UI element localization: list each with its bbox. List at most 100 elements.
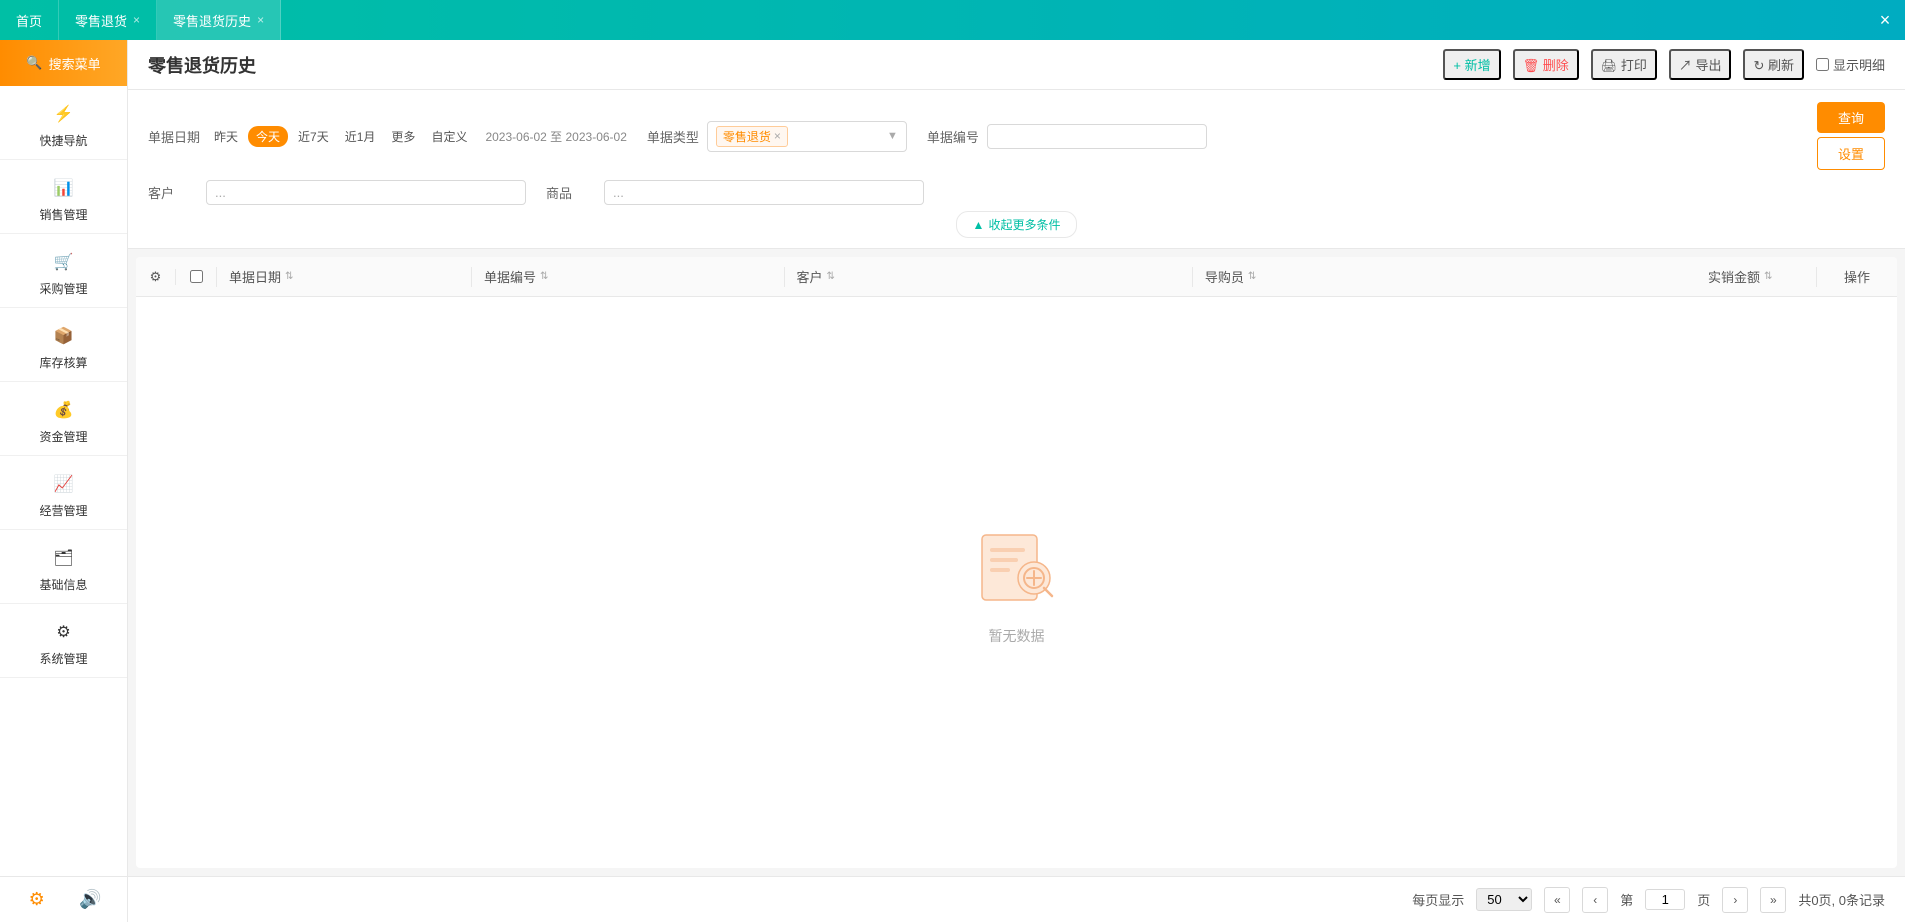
per-page-label: 每页显示 bbox=[1412, 890, 1464, 909]
th-settings[interactable]: ⚙ bbox=[136, 269, 176, 285]
sidebar-item-inventory-label: 库存核算 bbox=[39, 354, 87, 371]
sidebar-search[interactable]: 🔍 搜索菜单 bbox=[0, 40, 127, 86]
show-detail-checkbox-label[interactable]: 显示明细 bbox=[1816, 55, 1885, 74]
sidebar-settings-icon[interactable]: ⚙ bbox=[21, 884, 53, 916]
date-opt-custom[interactable]: 自定义 bbox=[425, 126, 473, 147]
quick-nav-icon: ⚡ bbox=[50, 100, 78, 128]
new-button[interactable]: + 新增 bbox=[1443, 49, 1500, 80]
th-amount[interactable]: 实销金额 ⇅ bbox=[1696, 267, 1816, 286]
tab-retail-return[interactable]: 零售退货 × bbox=[59, 0, 157, 40]
top-bar: 首页 零售退货 × 零售退货历史 × × bbox=[0, 0, 1905, 40]
main-layout: 🔍 搜索菜单 ⚡ 快捷导航 📊 销售管理 🛒 采购管理 📦 库存核算 💰 bbox=[0, 40, 1905, 922]
page-first-button[interactable]: « bbox=[1544, 887, 1570, 913]
table-area: ⚙ 单据日期 ⇅ 单据编号 ⇅ 客户 ⇅ bbox=[136, 257, 1897, 868]
filter-type-item: 单据类型 零售退货 × ▼ bbox=[647, 121, 907, 152]
setting-button[interactable]: 设置 bbox=[1817, 137, 1885, 170]
tab-retail-return-history-close[interactable]: × bbox=[257, 13, 264, 27]
th-action: 操作 bbox=[1817, 267, 1897, 286]
pagination-bar: 每页显示 50 10 20 100 « ‹ 第 页 › » 共0页, 0条记录 bbox=[128, 876, 1905, 922]
th-amount-sort: ⇅ bbox=[1764, 271, 1772, 282]
sidebar-item-operations[interactable]: 📈 经营管理 bbox=[0, 456, 127, 530]
filter-type-tag: 零售退货 × bbox=[716, 126, 788, 147]
collapse-button[interactable]: ▲ 收起更多条件 bbox=[956, 211, 1078, 238]
filter-type-chevron: ▼ bbox=[887, 130, 898, 142]
filter-customer-input[interactable]: ... bbox=[206, 180, 526, 205]
per-page-select[interactable]: 50 10 20 100 bbox=[1476, 888, 1532, 911]
th-number[interactable]: 单据编号 ⇅ bbox=[472, 267, 784, 286]
sidebar-item-finance[interactable]: 💰 资金管理 bbox=[0, 382, 127, 456]
sidebar-item-finance-label: 资金管理 bbox=[39, 428, 87, 445]
sidebar: 🔍 搜索菜单 ⚡ 快捷导航 📊 销售管理 🛒 采购管理 📦 库存核算 💰 bbox=[0, 40, 128, 922]
page-last-button[interactable]: » bbox=[1760, 887, 1786, 913]
sidebar-search-label: 搜索菜单 bbox=[49, 54, 101, 73]
print-button[interactable]: 🖨 打印 bbox=[1591, 49, 1657, 80]
th-guide-label: 导购员 bbox=[1205, 267, 1244, 286]
date-options: 昨天 今天 近7天 近1月 更多 自定义 bbox=[208, 126, 473, 147]
system-icon: ⚙ bbox=[50, 618, 78, 646]
tab-retail-return-close[interactable]: × bbox=[133, 13, 140, 27]
filter-date-item: 单据日期 昨天 今天 近7天 近1月 更多 自定义 2023-06-02 至 2… bbox=[148, 126, 627, 147]
sidebar-item-inventory[interactable]: 📦 库存核算 bbox=[0, 308, 127, 382]
filter-goods-input[interactable]: ... bbox=[604, 180, 924, 205]
empty-state: 暂无数据 bbox=[136, 297, 1897, 868]
th-customer[interactable]: 客户 ⇅ bbox=[785, 267, 1192, 286]
page-header: 零售退货历史 + 新增 🗑 删除 🖨 打印 ↗ 导出 ↻ 刷新 显示明细 bbox=[128, 40, 1905, 90]
filter-number-item: 单据编号 bbox=[927, 124, 1207, 149]
date-opt-1month[interactable]: 近1月 bbox=[339, 126, 382, 147]
sidebar-item-operations-label: 经营管理 bbox=[39, 502, 87, 519]
date-opt-7days[interactable]: 近7天 bbox=[292, 126, 335, 147]
tab-bar: 首页 零售退货 × 零售退货历史 × bbox=[0, 0, 1865, 40]
tab-home[interactable]: 首页 bbox=[0, 0, 59, 40]
sidebar-item-quick-nav-label: 快捷导航 bbox=[39, 132, 87, 149]
page-next-button[interactable]: › bbox=[1722, 887, 1748, 913]
date-opt-more[interactable]: 更多 bbox=[385, 126, 421, 147]
sidebar-item-sales[interactable]: 📊 销售管理 bbox=[0, 160, 127, 234]
show-detail-checkbox[interactable] bbox=[1816, 58, 1829, 71]
goods-ellipsis: ... bbox=[613, 185, 624, 200]
tab-retail-return-label: 零售退货 bbox=[75, 11, 127, 30]
sidebar-audio-icon[interactable]: 🔊 bbox=[74, 884, 106, 916]
collapse-label: 收起更多条件 bbox=[988, 216, 1060, 233]
filter-type-tag-text: 零售退货 bbox=[723, 128, 771, 145]
content-area: 零售退货历史 + 新增 🗑 删除 🖨 打印 ↗ 导出 ↻ 刷新 显示明细 单据日… bbox=[128, 40, 1905, 922]
window-close-button[interactable]: × bbox=[1865, 0, 1905, 40]
sidebar-item-system[interactable]: ⚙ 系统管理 bbox=[0, 604, 127, 678]
filter-type-select[interactable]: 零售退货 × ▼ bbox=[707, 121, 907, 152]
page-input[interactable] bbox=[1645, 889, 1685, 910]
page-prev-button[interactable]: ‹ bbox=[1582, 887, 1608, 913]
collapse-up-icon: ▲ bbox=[973, 218, 985, 232]
query-button[interactable]: 查询 bbox=[1817, 102, 1885, 133]
select-all-checkbox[interactable] bbox=[190, 270, 203, 283]
page-actions: + 新增 🗑 删除 🖨 打印 ↗ 导出 ↻ 刷新 显示明细 bbox=[1443, 49, 1885, 80]
date-opt-today[interactable]: 今天 bbox=[248, 126, 288, 147]
th-customer-label: 客户 bbox=[797, 267, 823, 286]
th-guide[interactable]: 导购员 ⇅ bbox=[1193, 267, 1505, 286]
table-header: ⚙ 单据日期 ⇅ 单据编号 ⇅ 客户 ⇅ bbox=[136, 257, 1897, 297]
sidebar-item-sales-label: 销售管理 bbox=[39, 206, 87, 223]
export-button[interactable]: ↗ 导出 bbox=[1669, 49, 1732, 80]
inventory-icon: 📦 bbox=[50, 322, 78, 350]
sidebar-item-purchase-label: 采购管理 bbox=[39, 280, 87, 297]
date-opt-yesterday[interactable]: 昨天 bbox=[208, 126, 244, 147]
page-label: 第 bbox=[1620, 890, 1633, 909]
th-date[interactable]: 单据日期 ⇅ bbox=[217, 267, 471, 286]
sidebar-item-quick-nav[interactable]: ⚡ 快捷导航 bbox=[0, 86, 127, 160]
filter-date-label: 单据日期 bbox=[148, 127, 200, 146]
th-checkbox[interactable] bbox=[176, 270, 216, 283]
empty-icon bbox=[972, 520, 1062, 610]
refresh-button[interactable]: ↻ 刷新 bbox=[1743, 49, 1804, 80]
basic-info-icon: 🗂 bbox=[50, 544, 78, 572]
customer-ellipsis: ... bbox=[215, 185, 226, 200]
tab-retail-return-history[interactable]: 零售退货历史 × bbox=[157, 0, 281, 40]
sidebar-item-purchase[interactable]: 🛒 采购管理 bbox=[0, 234, 127, 308]
tab-retail-return-history-label: 零售退货历史 bbox=[173, 11, 251, 30]
filter-number-input[interactable] bbox=[987, 124, 1207, 149]
finance-icon: 💰 bbox=[50, 396, 78, 424]
th-amount-label: 实销金额 bbox=[1708, 267, 1760, 286]
empty-state-text: 暂无数据 bbox=[989, 626, 1045, 646]
th-number-label: 单据编号 bbox=[484, 267, 536, 286]
filter-type-tag-close[interactable]: × bbox=[774, 129, 781, 143]
sidebar-item-basic-info[interactable]: 🗂 基础信息 bbox=[0, 530, 127, 604]
th-date-sort: ⇅ bbox=[285, 271, 293, 282]
delete-button[interactable]: 🗑 删除 bbox=[1513, 49, 1579, 80]
